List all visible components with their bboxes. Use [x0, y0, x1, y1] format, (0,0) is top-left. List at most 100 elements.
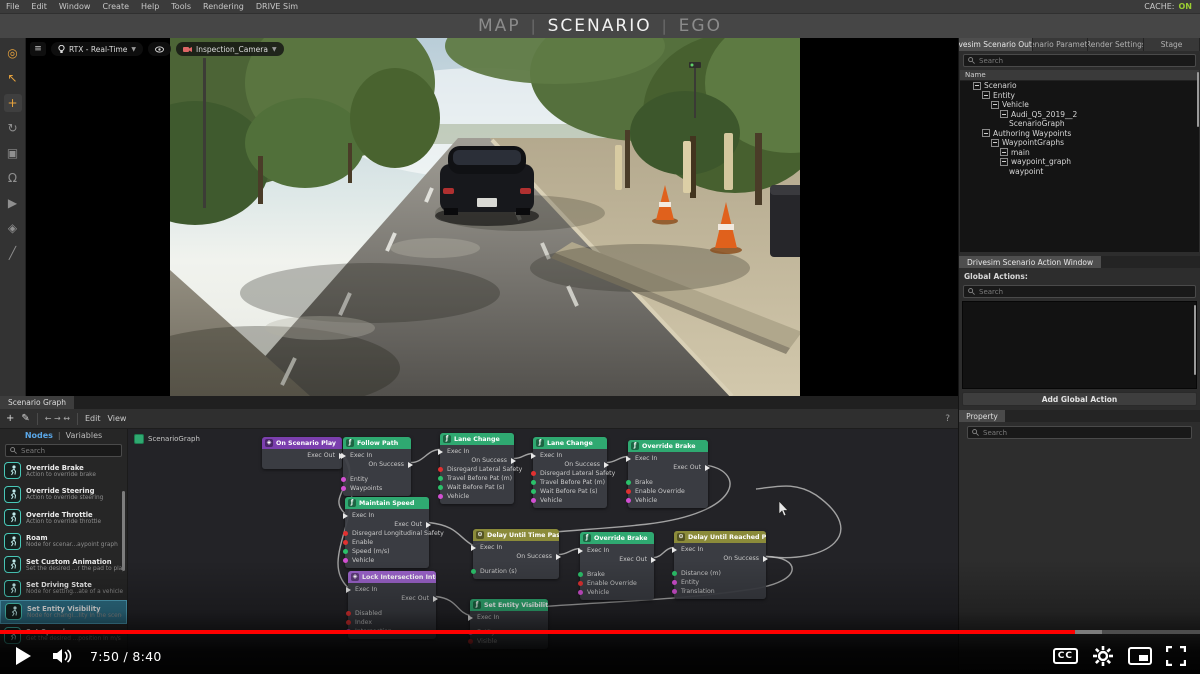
tree-item-main[interactable]: main: [960, 148, 1199, 158]
exec-out-port[interactable]: [511, 458, 516, 464]
tab-scenario-action-window[interactable]: Drivesim Scenario Action Window: [959, 256, 1102, 268]
physics-tool-icon[interactable]: ◈: [4, 219, 22, 237]
tree-item-waypointgraphs[interactable]: WaypointGraphs: [960, 138, 1199, 148]
data-in-port[interactable]: [626, 489, 631, 494]
menu-item-window[interactable]: Window: [59, 2, 91, 11]
miniplayer-icon[interactable]: [1128, 647, 1152, 665]
exec-in-port[interactable]: [343, 513, 348, 519]
mode-tab-ego[interactable]: EGO: [679, 16, 722, 36]
exec-out-port[interactable]: [556, 554, 561, 560]
graph-nav-arrows[interactable]: ← → ↔: [45, 414, 70, 423]
exec-out-port[interactable]: [408, 462, 413, 468]
menu-item-file[interactable]: File: [6, 2, 19, 11]
menu-item-drive-sim[interactable]: DRIVE Sim: [256, 2, 298, 11]
data-in-port[interactable]: [578, 581, 583, 586]
exec-in-port[interactable]: [672, 547, 677, 553]
node-library-item-override-brake[interactable]: Override BrakeAction to override brake: [0, 459, 127, 483]
exec-out-port[interactable]: [651, 557, 656, 563]
expander-icon[interactable]: [982, 129, 990, 137]
exec-in-port[interactable]: [341, 453, 346, 459]
tree-item-authoring-waypoints[interactable]: Authoring Waypoints: [960, 129, 1199, 139]
scrollbar[interactable]: [1194, 305, 1196, 375]
tree-item-scenario[interactable]: Scenario: [960, 81, 1199, 91]
data-in-port[interactable]: [531, 498, 536, 503]
move-tool-icon[interactable]: +: [4, 94, 22, 112]
tree-item-audi-q5-2019-2[interactable]: Audi_Q5_2019__2: [960, 110, 1199, 120]
data-in-port[interactable]: [626, 498, 631, 503]
data-in-port[interactable]: [531, 471, 536, 476]
exec-out-port[interactable]: [705, 465, 710, 471]
exec-out-port[interactable]: [433, 596, 438, 602]
global-actions-search[interactable]: Search: [963, 285, 1196, 298]
exec-out-port[interactable]: [604, 462, 609, 468]
data-in-port[interactable]: [438, 476, 443, 481]
data-in-port[interactable]: [626, 480, 631, 485]
expander-icon[interactable]: [991, 139, 999, 147]
data-in-port[interactable]: [531, 489, 536, 494]
graph-node-on-scenario-play[interactable]: ◈On Scenario PlayExec Out: [262, 437, 342, 469]
node-library-item-set-custom-animation[interactable]: Set Custom AnimationSet the desired ...r…: [0, 553, 127, 577]
tree-item-scenariograph[interactable]: ScenarioGraph: [960, 119, 1199, 129]
tab-stage[interactable]: Stage: [1144, 38, 1200, 51]
exec-in-port[interactable]: [626, 456, 631, 462]
snap-tool-icon[interactable]: Ω: [4, 169, 22, 187]
graph-node-follow-path[interactable]: ƒFollow PathExec InOn SuccessEntityWaypo…: [343, 437, 411, 496]
property-search[interactable]: Search: [967, 426, 1192, 439]
rotate-tool-icon[interactable]: ↻: [4, 119, 22, 137]
graph-node-lane-change[interactable]: ƒLane ChangeExec InOn SuccessDisregard L…: [440, 433, 514, 504]
data-in-port[interactable]: [343, 531, 348, 536]
renderer-selector[interactable]: RTX - Real-Time ▼: [51, 42, 143, 56]
tree-item-waypoint-graph[interactable]: waypoint_graph: [960, 157, 1199, 167]
settings-gear-icon[interactable]: [1092, 645, 1114, 667]
tab-variables[interactable]: Variables: [66, 431, 103, 440]
exec-in-port[interactable]: [468, 615, 473, 621]
viewport-menu-icon[interactable]: ≡: [30, 42, 46, 56]
tab-nodes[interactable]: Nodes: [25, 431, 53, 440]
exec-out-port[interactable]: [426, 522, 431, 528]
captions-button[interactable]: CC: [1053, 648, 1078, 664]
scrollbar[interactable]: [122, 491, 125, 571]
data-in-port[interactable]: [346, 620, 351, 625]
navigate-tool-icon[interactable]: ◎: [4, 44, 22, 62]
menu-item-create[interactable]: Create: [102, 2, 129, 11]
mode-tab-map[interactable]: MAP: [478, 16, 521, 36]
node-library-item-roam[interactable]: RoamNode for scenar...aypoint graph: [0, 530, 127, 554]
graph-node-lane-change[interactable]: ƒLane ChangeExec InOn SuccessDisregard L…: [533, 437, 607, 508]
graph-node-lock-intersection-interval[interactable]: ◈Lock Intersection IntervalExec InExec O…: [348, 571, 436, 639]
expander-icon[interactable]: [991, 101, 999, 109]
menu-item-rendering[interactable]: Rendering: [203, 2, 244, 11]
data-in-port[interactable]: [672, 589, 677, 594]
data-in-port[interactable]: [578, 590, 583, 595]
scrollbar[interactable]: [1197, 72, 1199, 127]
data-in-port[interactable]: [531, 480, 536, 485]
node-library-item-set-driving-state[interactable]: Set Driving StateNode for setting...ate …: [0, 577, 127, 601]
scale-tool-icon[interactable]: ▣: [4, 144, 22, 162]
tree-item-entity[interactable]: Entity: [960, 91, 1199, 101]
graph-menu-edit[interactable]: Edit: [85, 414, 101, 423]
data-in-port[interactable]: [343, 549, 348, 554]
outliner-search[interactable]: Search: [963, 54, 1196, 67]
expander-icon[interactable]: [1000, 148, 1008, 156]
select-tool-icon[interactable]: ↖: [4, 69, 22, 87]
data-in-port[interactable]: [343, 540, 348, 545]
view-options-button[interactable]: [148, 42, 171, 56]
expander-icon[interactable]: [982, 91, 990, 99]
volume-button[interactable]: [46, 638, 80, 674]
node-library-item-set-entity-visibility[interactable]: Set Entity VisibilityNode for changi...l…: [0, 600, 127, 624]
add-node-icon[interactable]: +: [6, 413, 14, 424]
exec-in-port[interactable]: [531, 453, 536, 459]
exec-in-port[interactable]: [346, 587, 351, 593]
data-in-port[interactable]: [672, 571, 677, 576]
fullscreen-icon[interactable]: [1166, 646, 1186, 666]
graph-menu-view[interactable]: View: [107, 414, 126, 423]
exec-in-port[interactable]: [438, 449, 443, 455]
tab-property[interactable]: Property: [959, 410, 1005, 422]
tab-scenario-graph[interactable]: Scenario Graph: [0, 396, 74, 409]
data-in-port[interactable]: [438, 494, 443, 499]
data-in-port[interactable]: [471, 569, 476, 574]
graph-node-delay-until-reached-position[interactable]: ⊙Delay Until Reached PositionExec InOn S…: [674, 531, 766, 599]
menu-item-edit[interactable]: Edit: [31, 2, 47, 11]
data-in-port[interactable]: [343, 558, 348, 563]
measure-tool-icon[interactable]: ╱: [4, 244, 22, 262]
graph-node-maintain-speed[interactable]: ƒMaintain SpeedExec InExec OutDisregard …: [345, 497, 429, 568]
